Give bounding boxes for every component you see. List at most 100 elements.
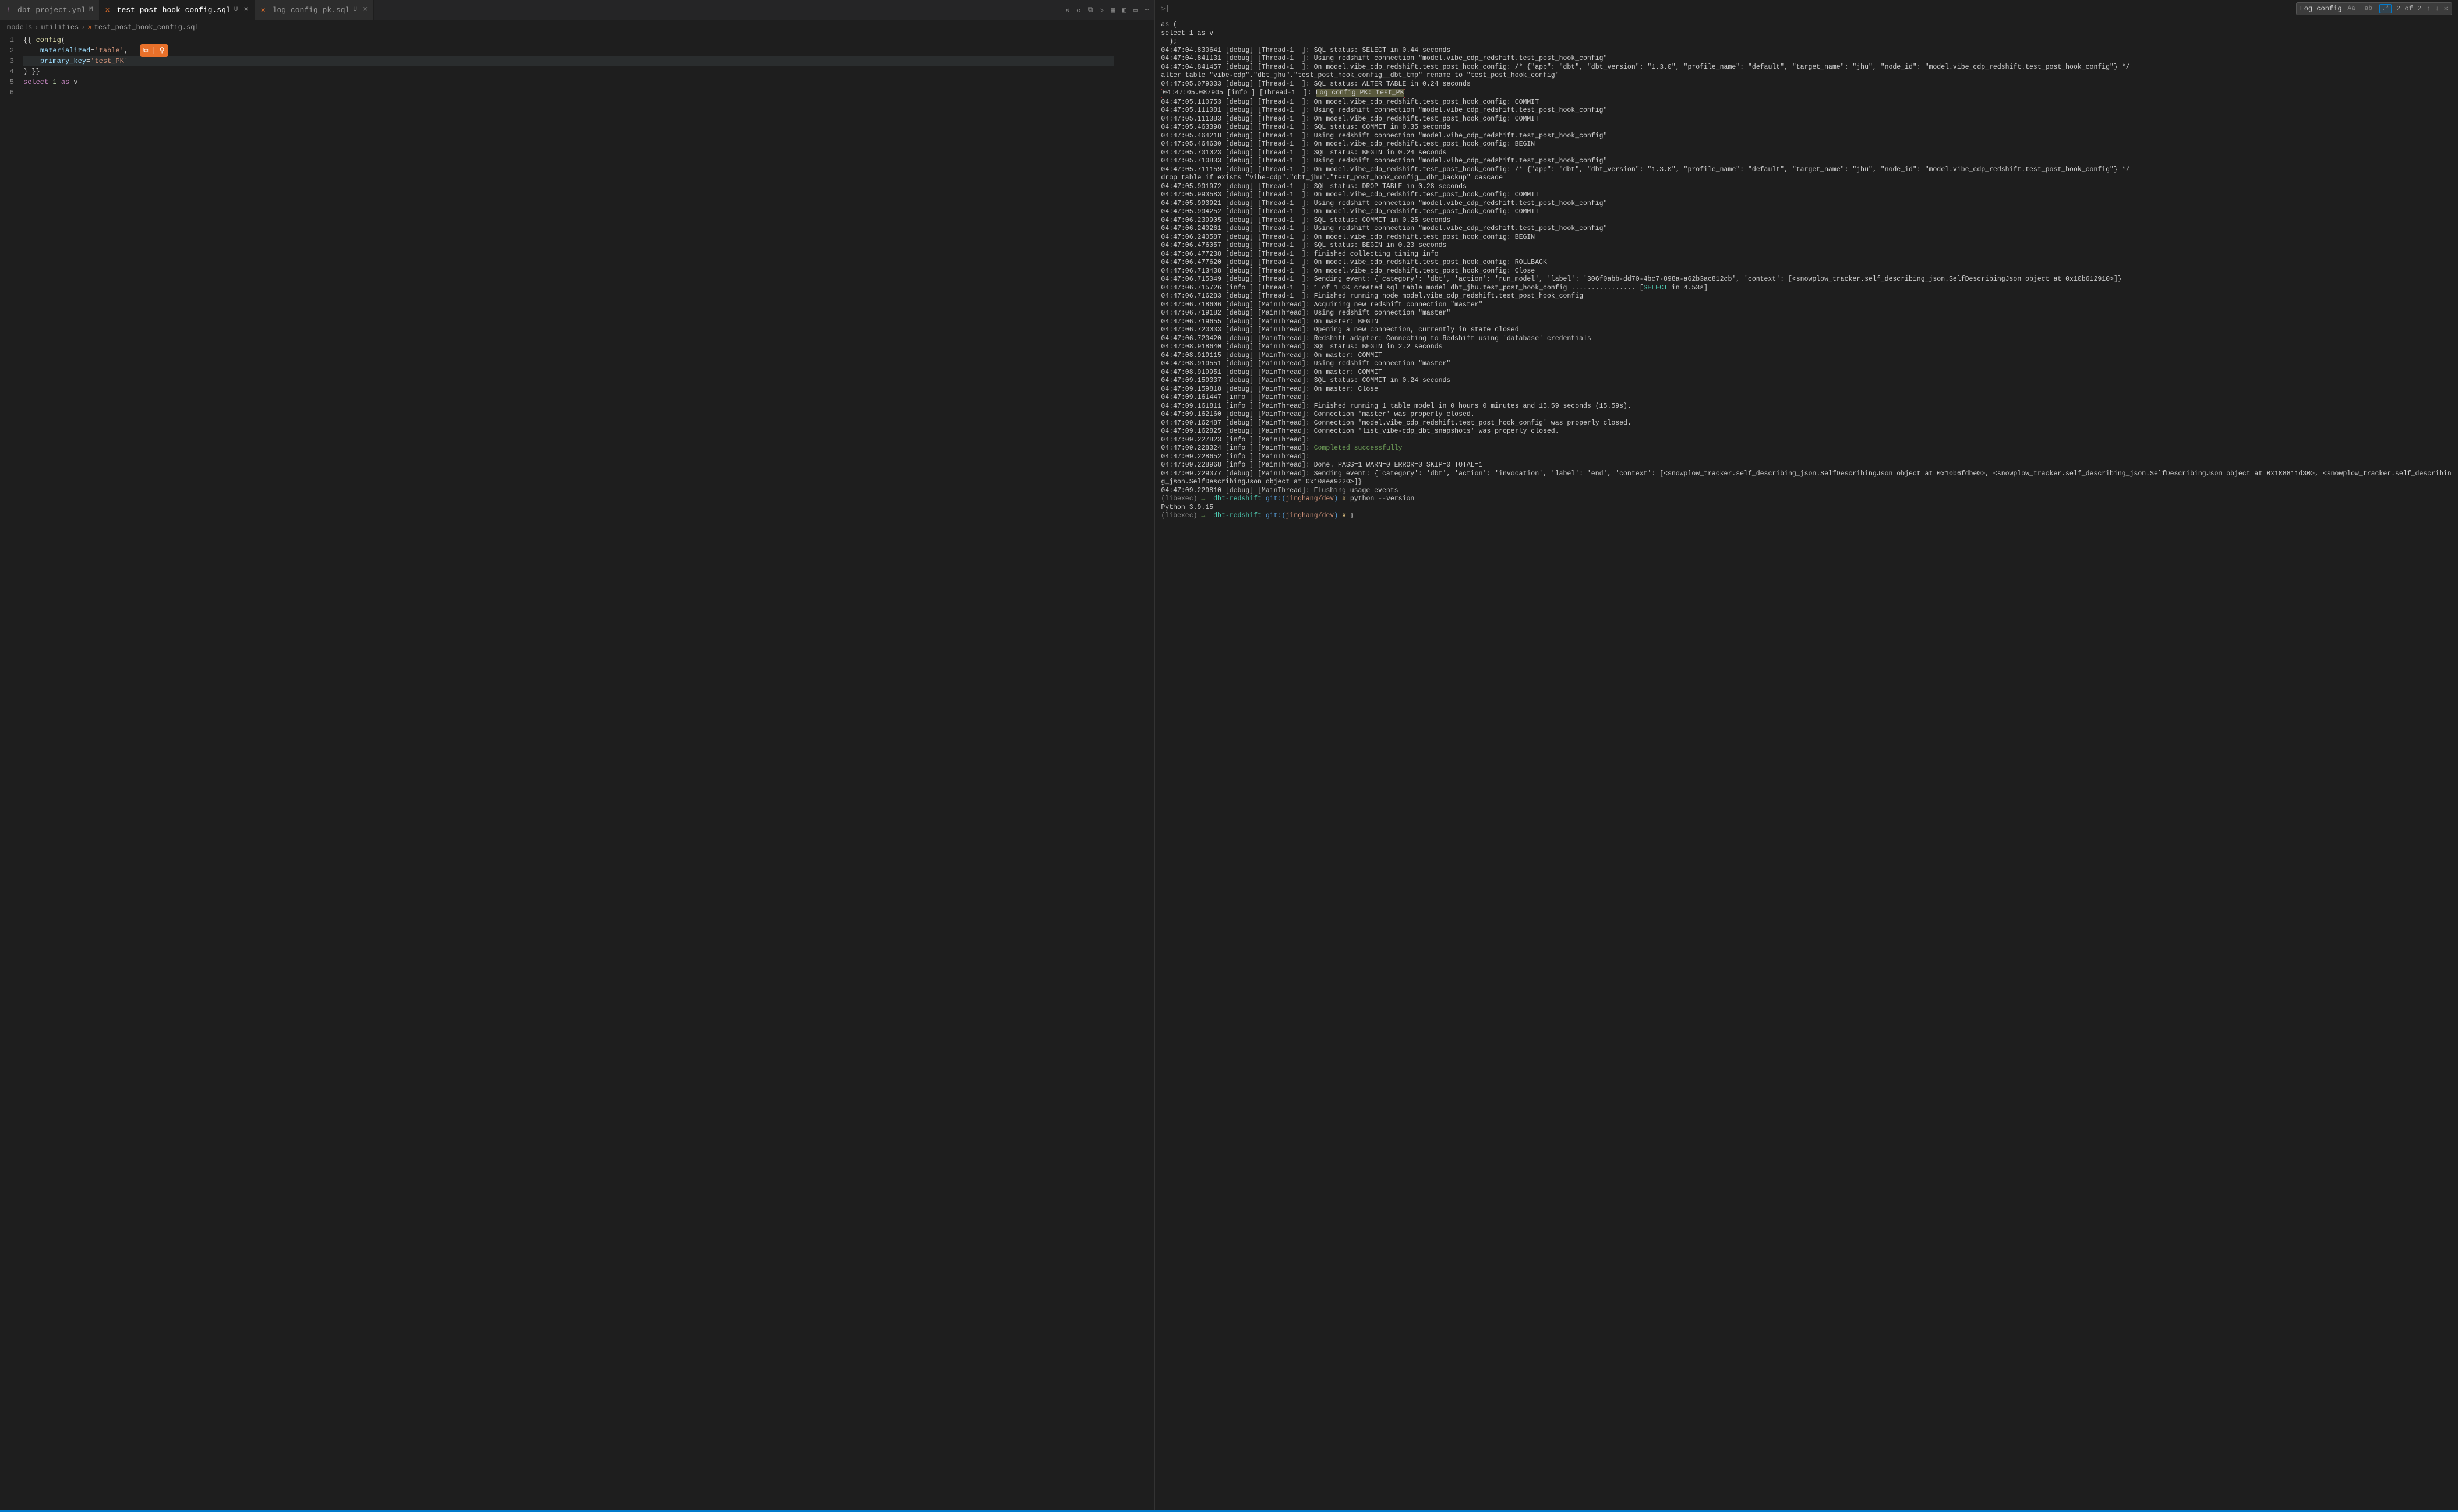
terminal-line: 04:47:09.162487 [debug] [MainThread]: Co… (1161, 419, 2452, 428)
search-input[interactable] (2300, 5, 2341, 13)
terminal-line: 04:47:06.713438 [debug] [Thread-1 ]: On … (1161, 267, 2452, 276)
search-match: Log config (1316, 89, 1356, 97)
line-gutter: 123456 (0, 34, 23, 1512)
terminal-line: 04:47:09.161447 [info ] [MainThread]: (1161, 394, 2452, 402)
terminal-line: 04:47:06.240261 [debug] [Thread-1 ]: Usi… (1161, 225, 2452, 234)
tab-label: dbt_project.yml (17, 6, 86, 15)
terminal-line: 04:47:05.464218 [debug] [Thread-1 ]: Usi… (1161, 132, 2452, 141)
close-tab-icon[interactable]: × (363, 5, 368, 15)
terminal-line: 04:47:09.162825 [debug] [MainThread]: Co… (1161, 428, 2452, 436)
close-icon[interactable]: ✕ (1065, 6, 1069, 15)
prev-match-icon[interactable]: ↑ (2426, 5, 2430, 13)
terminal-line: 04:47:06.719655 [debug] [MainThread]: On… (1161, 318, 2452, 327)
terminal-line: 04:47:05.110753 [debug] [Thread-1 ]: On … (1161, 98, 2452, 107)
editor-tab[interactable]: !dbt_project.ymlM (0, 0, 100, 20)
terminal-line: 04:47:09.161811 [info ] [MainThread]: Fi… (1161, 402, 2452, 411)
line-number: 6 (0, 87, 14, 98)
compare-icon[interactable]: ⧉ (1088, 6, 1093, 15)
match-case-toggle[interactable]: Aa (2346, 4, 2358, 13)
terminal-line: 04:47:06.239905 [debug] [Thread-1 ]: SQL… (1161, 217, 2452, 225)
terminal-line: 04:47:06.720033 [debug] [MainThread]: Op… (1161, 326, 2452, 335)
terminal-line: 04:47:05.993921 [debug] [Thread-1 ]: Usi… (1161, 200, 2452, 209)
panel-toggle-icon[interactable]: ▷| (1161, 4, 1169, 13)
terminal-line: 04:47:08.919551 [debug] [MainThread]: Us… (1161, 360, 2452, 369)
file-type-icon: ! (6, 6, 14, 14)
terminal-line: ); (1161, 38, 2452, 47)
line-number: 2 (0, 45, 14, 56)
line-number: 3 (0, 56, 14, 66)
code-line[interactable]: {{ config( (23, 35, 1114, 45)
terminal-line: 04:47:06.716283 [debug] [Thread-1 ]: Fin… (1161, 292, 2452, 301)
search-highlight-box: 04:47:05.087905 [info ] [Thread-1 ]: Log… (1161, 89, 1405, 98)
suggestion-icon[interactable]: ⧉ (143, 45, 149, 56)
terminal-line: 04:47:05.464630 [debug] [Thread-1 ]: On … (1161, 140, 2452, 149)
terminal-line: 04:47:05.991972 [debug] [Thread-1 ]: SQL… (1161, 183, 2452, 192)
grid-icon[interactable]: ▦ (1111, 6, 1115, 15)
tab-modification-badge: M (89, 6, 93, 13)
terminal-header: ▷| Aa ab .* 2 of 2 ↑ ↓ ✕ (1155, 0, 2458, 17)
tab-modification-badge: U (353, 6, 357, 13)
terminal-line: 04:47:06.477238 [debug] [Thread-1 ]: fin… (1161, 250, 2452, 259)
minimap[interactable] (1114, 34, 1154, 1512)
terminal-line: 04:47:09.159818 [debug] [MainThread]: On… (1161, 386, 2452, 394)
more-icon[interactable]: ⋯ (1145, 6, 1149, 15)
terminal-line: as ( (1161, 21, 2452, 30)
terminal-line: 04:47:05.111383 [debug] [Thread-1 ]: On … (1161, 115, 2452, 124)
terminal-search-bar: Aa ab .* 2 of 2 ↑ ↓ ✕ (2296, 2, 2452, 15)
terminal-line: 04:47:09.227823 [info ] [MainThread]: (1161, 436, 2452, 445)
tab-label: log_config_pk.sql (273, 6, 350, 15)
terminal-line: 04:47:05.463398 [debug] [Thread-1 ]: SQL… (1161, 123, 2452, 132)
terminal-line: 04:47:04.830641 [debug] [Thread-1 ]: SQL… (1161, 47, 2452, 55)
terminal-line: 04:47:05.111081 [debug] [Thread-1 ]: Usi… (1161, 107, 2452, 115)
close-search-icon[interactable]: ✕ (2444, 4, 2448, 13)
split-icon[interactable]: ◧ (1122, 6, 1126, 15)
terminal-line: 04:47:05.711159 [debug] [Thread-1 ]: On … (1161, 166, 2452, 175)
inline-suggestion-pill[interactable]: ⧉ | ⚲ (140, 44, 168, 57)
code-area[interactable]: ⧉ | ⚲ {{ config( materialized='table', p… (23, 34, 1114, 1512)
terminal-line: 04:47:09.228652 [info ] [MainThread]: (1161, 453, 2452, 462)
terminal-line: select 1 as v (1161, 30, 2452, 38)
terminal-line: 04:47:06.240587 [debug] [Thread-1 ]: On … (1161, 234, 2452, 242)
editor-pane: !dbt_project.ymlM✕test_post_hook_config.… (0, 0, 1155, 1512)
play-icon[interactable]: ▷ (1100, 6, 1104, 15)
whole-word-toggle[interactable]: ab (2362, 4, 2375, 13)
code-editor[interactable]: 123456 ⧉ | ⚲ {{ config( materialized='ta… (0, 34, 1154, 1512)
history-icon[interactable]: ↺ (1076, 6, 1080, 15)
next-match-icon[interactable]: ↓ (2435, 5, 2439, 13)
editor-toolbar: ✕ ↺ ⧉ ▷ ▦ ◧ ▭ ⋯ (1065, 6, 1154, 15)
breadcrumb[interactable]: models › utilities › ✕ test_post_hook_co… (0, 20, 1154, 34)
code-line[interactable]: ) }} (23, 66, 1114, 77)
terminal-line-highlighted: 04:47:05.087905 [info ] [Thread-1 ]: Log… (1161, 89, 2452, 98)
tab-bar: !dbt_project.ymlM✕test_post_hook_config.… (0, 0, 1154, 20)
code-line[interactable]: primary_key='test_PK' (23, 56, 1114, 66)
shell-prompt[interactable]: (libexec) → dbt-redshift git:(jinghang/d… (1161, 512, 2452, 521)
breadcrumb-part[interactable]: utilities (41, 23, 79, 31)
sql-file-icon: ✕ (87, 23, 91, 31)
layout-icon[interactable]: ▭ (1133, 6, 1138, 15)
close-tab-icon[interactable]: × (243, 5, 248, 15)
line-number: 4 (0, 66, 14, 77)
breadcrumb-part[interactable]: models (7, 23, 32, 31)
chevron-right-icon: › (81, 23, 85, 31)
terminal-line: 04:47:08.919115 [debug] [MainThread]: On… (1161, 352, 2452, 361)
breadcrumb-part[interactable]: test_post_hook_config.sql (94, 23, 199, 31)
search-icon[interactable]: ⚲ (160, 45, 165, 56)
terminal-line: 04:47:09.229377 [debug] [MainThread]: Se… (1161, 470, 2452, 487)
file-type-icon: ✕ (105, 6, 114, 14)
shell-prompt[interactable]: (libexec) → dbt-redshift git:(jinghang/d… (1161, 495, 2452, 504)
editor-tab[interactable]: ✕log_config_pk.sqlU× (255, 0, 375, 20)
pill-separator: | (152, 45, 156, 56)
tab-label: test_post_hook_config.sql (117, 6, 231, 15)
tab-modification-badge: U (234, 6, 238, 13)
terminal-line: 04:47:06.477620 [debug] [Thread-1 ]: On … (1161, 259, 2452, 267)
chevron-right-icon: › (34, 23, 38, 31)
terminal-line: 04:47:09.229810 [debug] [MainThread]: Fl… (1161, 487, 2452, 496)
code-line[interactable]: select 1 as v (23, 77, 1114, 87)
editor-tab[interactable]: ✕test_post_hook_config.sqlU × (100, 0, 255, 20)
regex-toggle[interactable]: .* (2379, 4, 2392, 13)
terminal-line: 04:47:08.919951 [debug] [MainThread]: On… (1161, 369, 2452, 377)
code-line[interactable]: materialized='table', (23, 45, 1114, 56)
terminal-output[interactable]: as (select 1 as v );04:47:04.830641 [deb… (1155, 17, 2458, 1512)
terminal-line: 04:47:08.918640 [debug] [MainThread]: SQ… (1161, 343, 2452, 352)
terminal-line: 04:47:04.841131 [debug] [Thread-1 ]: Usi… (1161, 55, 2452, 63)
